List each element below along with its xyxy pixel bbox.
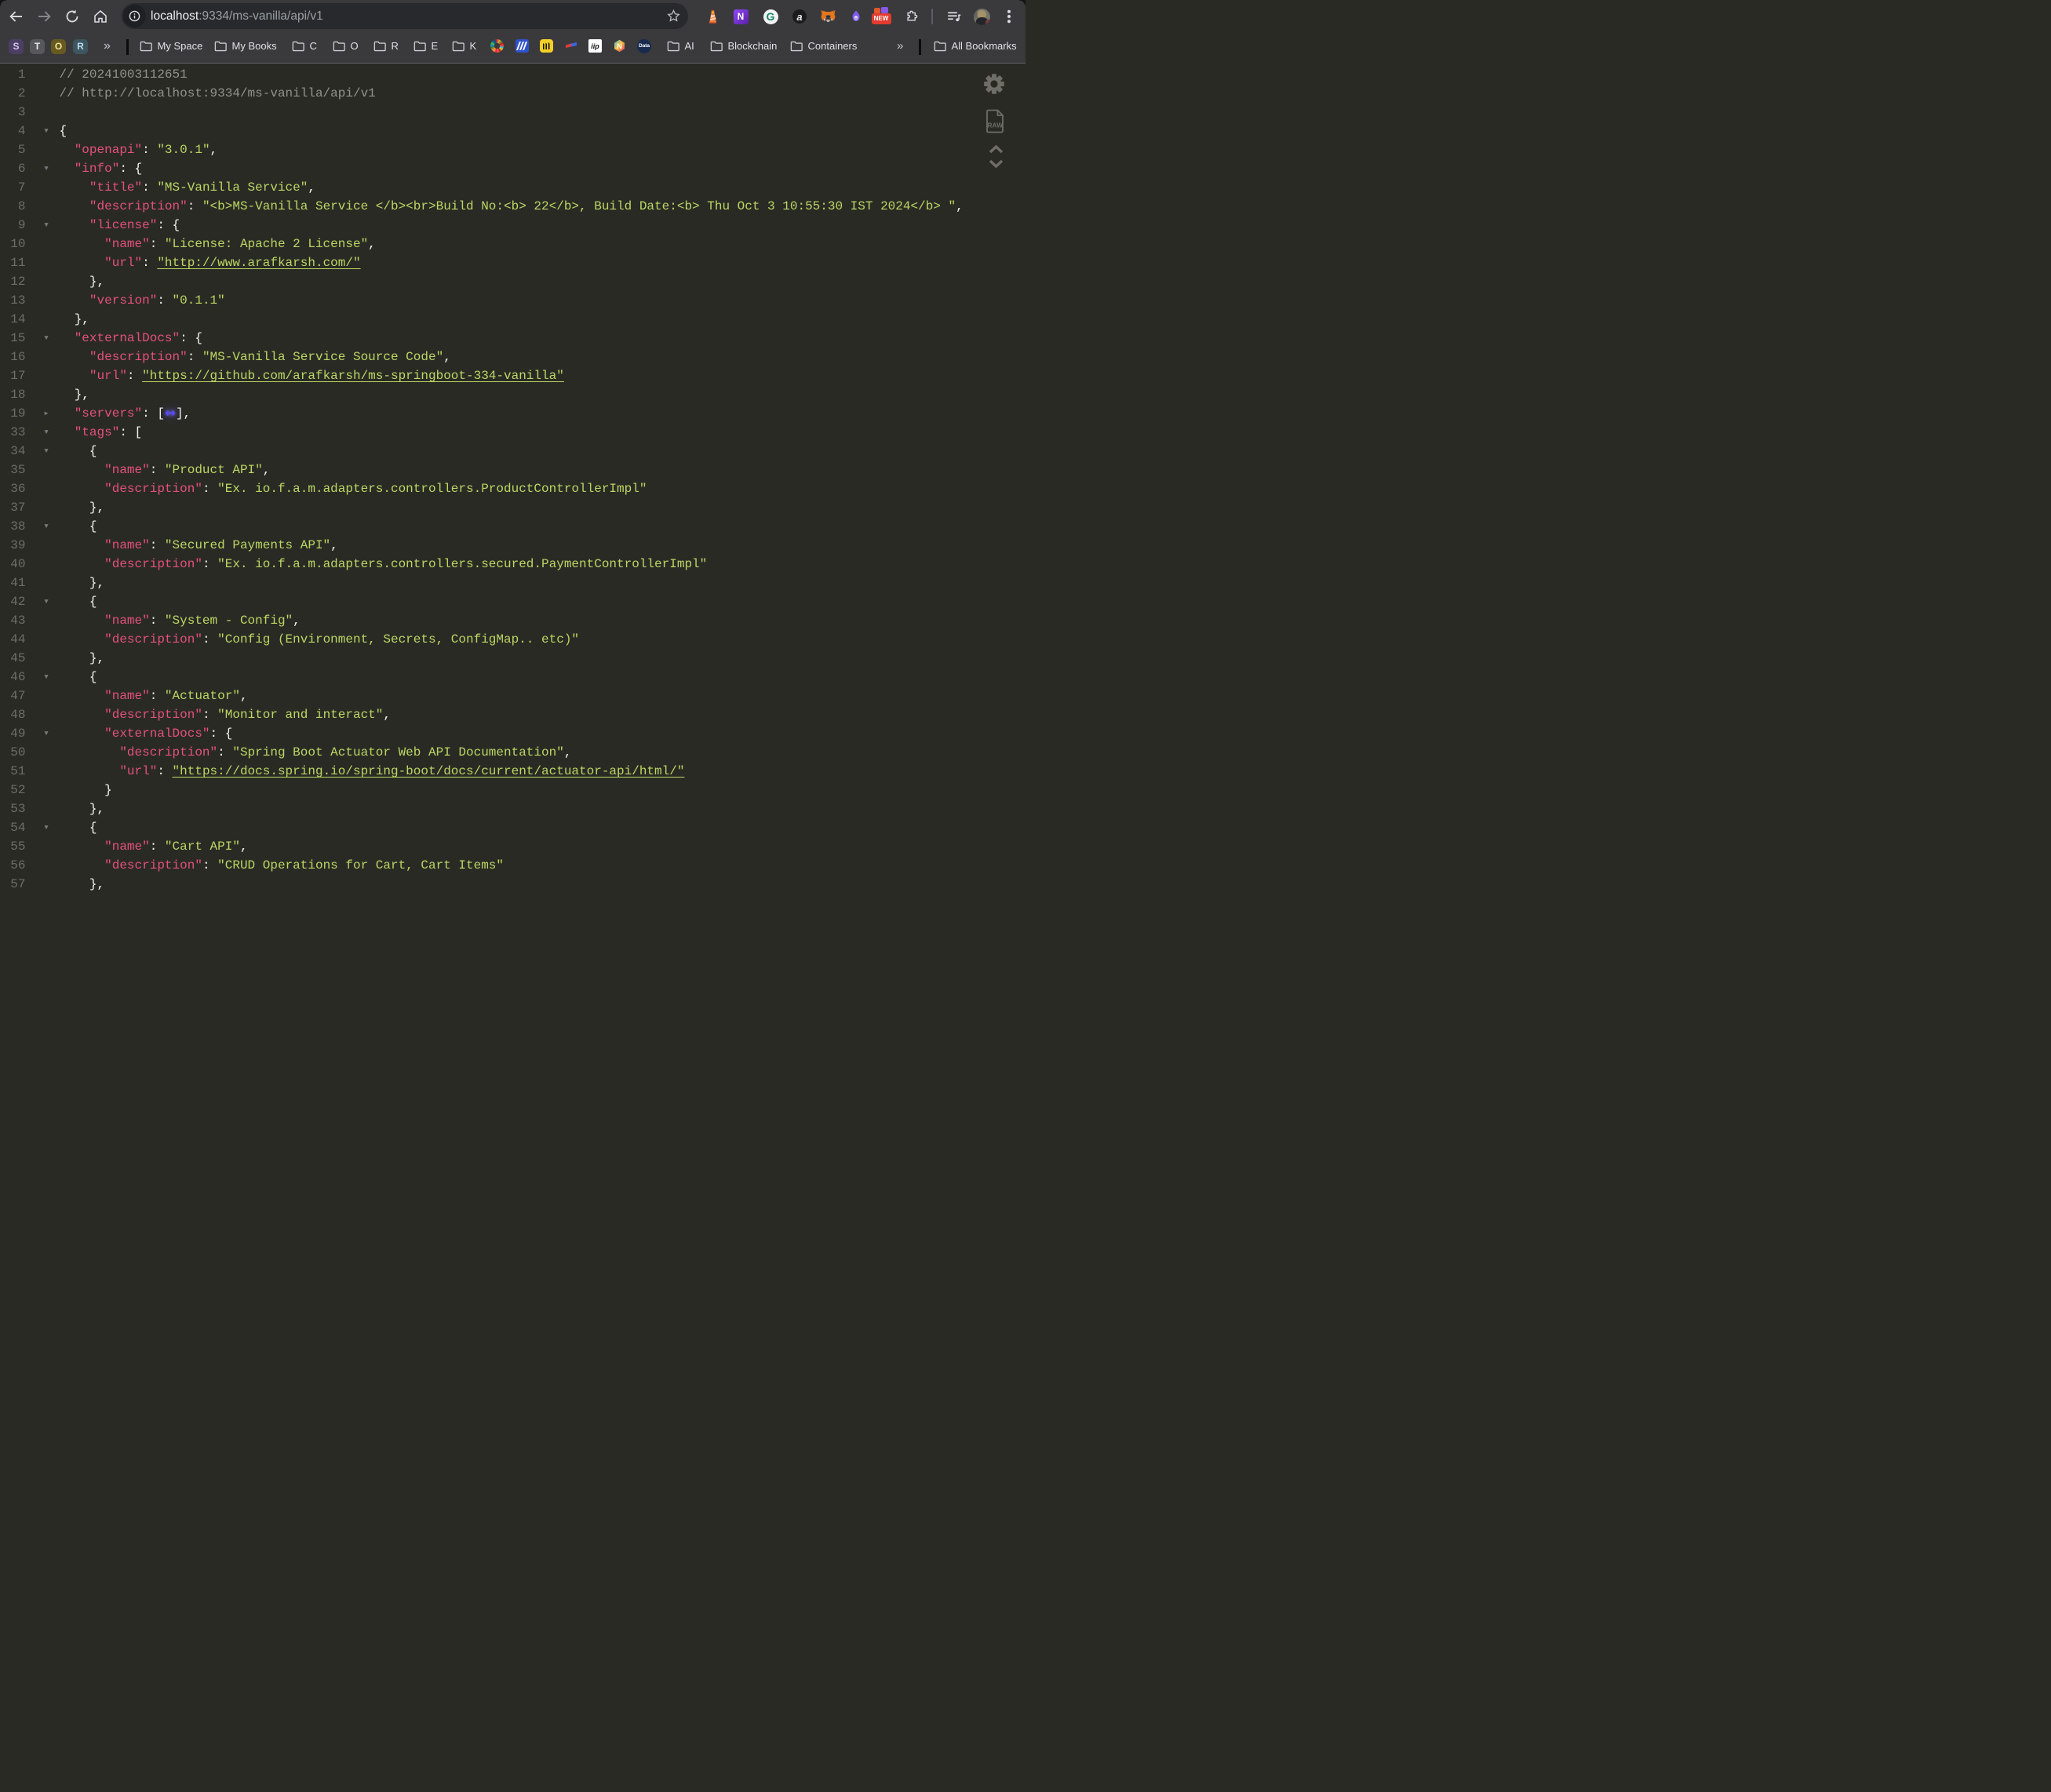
svg-text:N: N xyxy=(617,42,622,50)
svg-text:RAW: RAW xyxy=(987,122,1003,129)
